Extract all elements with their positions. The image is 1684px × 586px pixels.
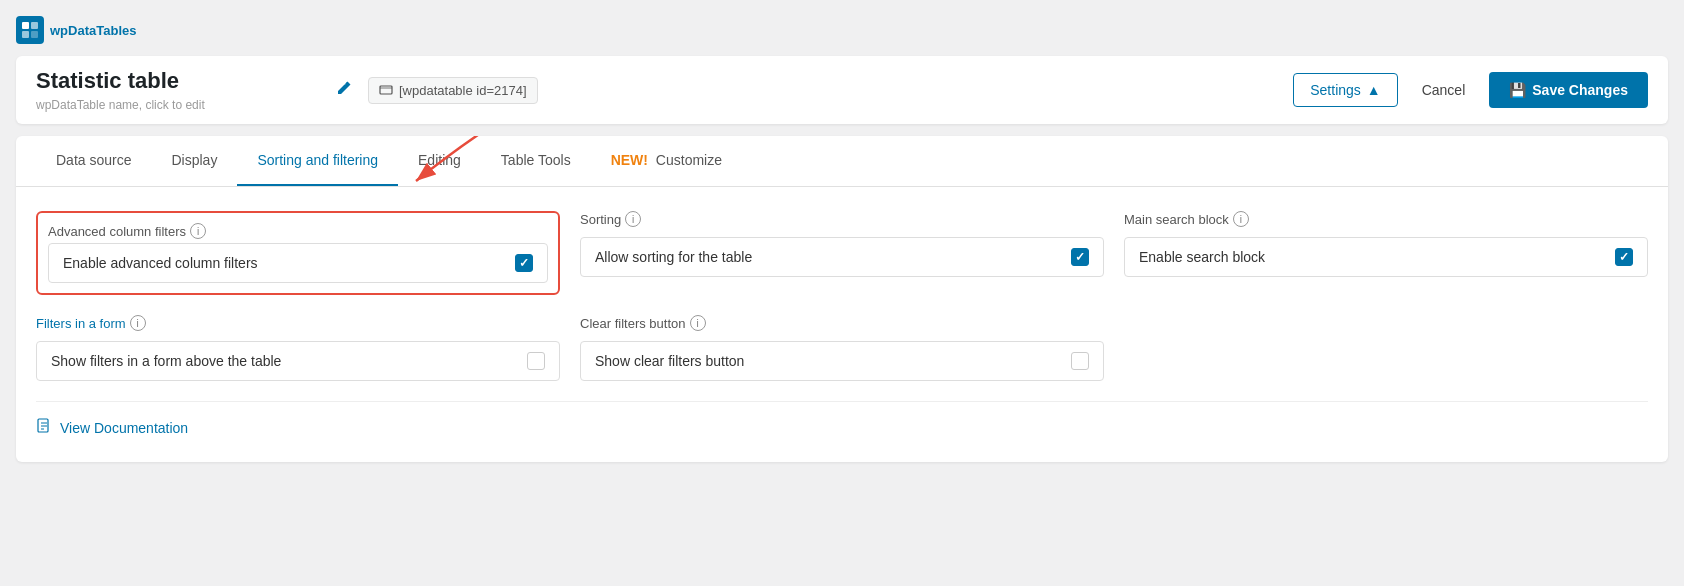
new-badge: NEW! [611,152,648,168]
logo-area: wpDataTables [16,16,136,44]
section-advanced-column-filters: Advanced column filters i Enable advance… [36,211,560,295]
option-enable-search-block: Enable search block [1124,237,1648,277]
info-icon-filters-form[interactable]: i [130,315,146,331]
info-icon-advanced-filters[interactable]: i [190,223,206,239]
table-name-wrapper: wpDataTable name, click to edit [36,68,320,112]
tab-customize[interactable]: NEW! Customize [591,136,742,186]
section-placeholder [1124,315,1648,381]
shortcode-badge[interactable]: [wpdatatable id=2174] [368,77,538,104]
save-icon: 💾 [1509,82,1526,98]
settings-row-1: Advanced column filters i Enable advance… [36,211,1648,295]
tab-sorting-filtering[interactable]: Sorting and filtering [237,136,398,186]
cancel-button[interactable]: Cancel [1410,74,1478,106]
tabs-bar: Data source Display Sorting and filterin… [16,136,1668,187]
enable-advanced-filters-checkbox[interactable] [515,254,533,272]
tab-customize-label: Customize [656,152,722,168]
table-name-input[interactable] [36,68,320,96]
table-name-subtitle: wpDataTable name, click to edit [36,98,320,112]
option-allow-sorting: Allow sorting for the table [580,237,1104,277]
option-show-filters-form: Show filters in a form above the table [36,341,560,381]
section-label-advanced-filters: Advanced column filters i [48,223,548,239]
tab-data-source[interactable]: Data source [36,136,151,186]
document-icon [36,418,52,438]
tab-table-tools[interactable]: Table Tools [481,136,591,186]
save-button[interactable]: 💾 Save Changes [1489,72,1648,108]
svg-rect-0 [22,22,29,29]
section-main-search-block: Main search block i Enable search block [1124,211,1648,295]
settings-label: Settings [1310,82,1361,98]
tab-editing[interactable]: Editing [398,136,481,186]
option-show-clear-filters: Show clear filters button [580,341,1104,381]
shortcode-text: [wpdatatable id=2174] [399,83,527,98]
settings-button[interactable]: Settings ▲ [1293,73,1397,107]
option-enable-advanced-filters: Enable advanced column filters [48,243,548,283]
section-label-sorting: Sorting i [580,211,1104,227]
settings-row-2: Filters in a form i Show filters in a fo… [36,315,1648,381]
content-area: Advanced column filters i Enable advance… [16,187,1668,462]
title-right: Settings ▲ Cancel 💾 Save Changes [1293,72,1648,108]
section-clear-filters-button: Clear filters button i Show clear filter… [580,315,1104,381]
info-icon-clear-filters[interactable]: i [690,315,706,331]
allow-sorting-label: Allow sorting for the table [595,249,752,265]
show-filters-form-checkbox[interactable] [527,352,545,370]
section-label-clear-filters: Clear filters button i [580,315,1104,331]
logo-icon [16,16,44,44]
enable-advanced-filters-label: Enable advanced column filters [63,255,258,271]
allow-sorting-checkbox[interactable] [1071,248,1089,266]
section-label-filters-form: Filters in a form i [36,315,560,331]
show-clear-filters-checkbox[interactable] [1071,352,1089,370]
chevron-up-icon: ▲ [1367,82,1381,98]
enable-search-block-label: Enable search block [1139,249,1265,265]
show-filters-form-label: Show filters in a form above the table [51,353,281,369]
svg-rect-1 [31,22,38,29]
svg-rect-3 [31,31,38,38]
view-docs-label: View Documentation [60,420,188,436]
tab-display[interactable]: Display [151,136,237,186]
svg-rect-2 [22,31,29,38]
enable-search-block-checkbox[interactable] [1615,248,1633,266]
section-filters-in-form: Filters in a form i Show filters in a fo… [36,315,560,381]
title-left: wpDataTable name, click to edit [wpdatat… [36,68,538,112]
logo-text: wpDataTables [50,23,136,38]
info-icon-sorting[interactable]: i [625,211,641,227]
title-row: wpDataTable name, click to edit [wpdatat… [16,56,1668,124]
show-clear-filters-label: Show clear filters button [595,353,744,369]
save-label: Save Changes [1532,82,1628,98]
main-card: Data source Display Sorting and filterin… [16,136,1668,462]
view-documentation-link[interactable]: View Documentation [36,401,1648,438]
edit-name-button[interactable] [332,76,356,104]
section-label-search-block: Main search block i [1124,211,1648,227]
section-sorting: Sorting i Allow sorting for the table [580,211,1104,295]
svg-rect-4 [380,86,392,94]
info-icon-search-block[interactable]: i [1233,211,1249,227]
